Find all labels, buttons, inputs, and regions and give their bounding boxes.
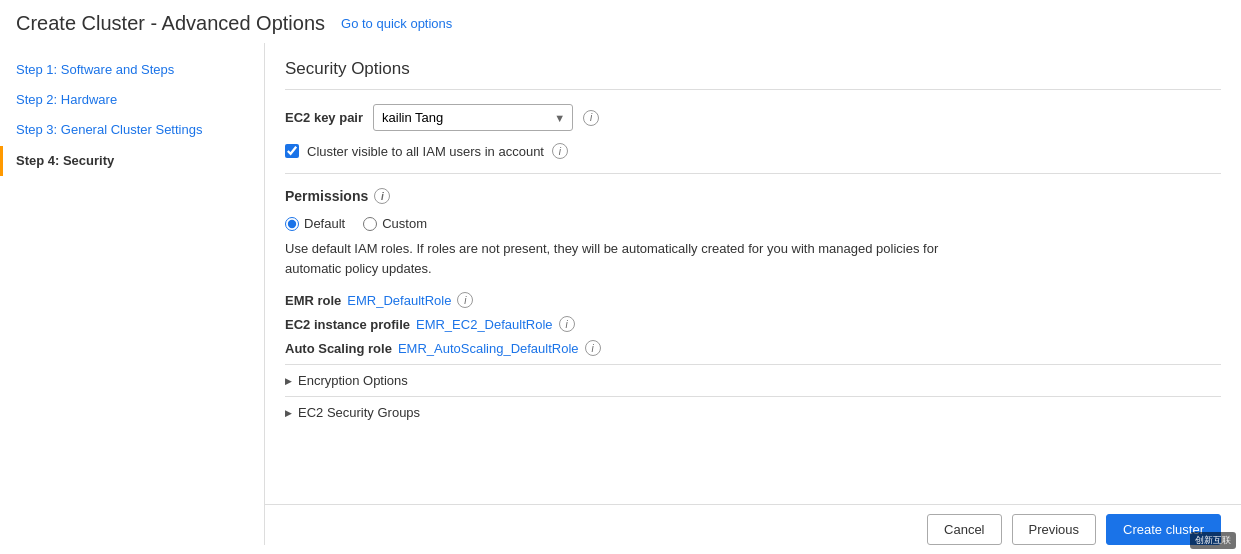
quick-options-link[interactable]: Go to quick options <box>341 16 452 31</box>
security-section-title: Security Options <box>285 43 1221 90</box>
ec2-profile-link[interactable]: EMR_EC2_DefaultRole <box>416 317 553 332</box>
autoscaling-role-link[interactable]: EMR_AutoScaling_DefaultRole <box>398 341 579 356</box>
encryption-triangle-icon: ▶ <box>285 376 292 386</box>
custom-radio-label: Custom <box>382 216 427 231</box>
cluster-visible-info-icon: i <box>552 143 568 159</box>
encryption-options-label: Encryption Options <box>298 373 408 388</box>
watermark: 创新互联 <box>1190 532 1236 549</box>
ec2-profile-label: EC2 instance profile <box>285 317 410 332</box>
footer-bar: Cancel Previous Create cluster <box>265 504 1241 554</box>
ec2-profile-info-icon: i <box>559 316 575 332</box>
cluster-visible-row: Cluster visible to all IAM users in acco… <box>285 143 1221 159</box>
encryption-options-row[interactable]: ▶ Encryption Options <box>285 364 1221 396</box>
page-header: Create Cluster - Advanced Options Go to … <box>0 0 1241 43</box>
emr-role-link[interactable]: EMR_DefaultRole <box>347 293 451 308</box>
permissions-title: Permissions <box>285 188 368 204</box>
main-layout: Step 1: Software and Steps Step 2: Hardw… <box>0 43 1241 545</box>
content-area: Security Options EC2 key pair kailin Tan… <box>265 43 1241 545</box>
cancel-button[interactable]: Cancel <box>927 514 1001 545</box>
ec2-security-groups-row[interactable]: ▶ EC2 Security Groups <box>285 396 1221 428</box>
cluster-visible-checkbox[interactable] <box>285 144 299 158</box>
ec2-keypair-select-wrapper: kailin Tang ▼ <box>373 104 573 131</box>
custom-radio-option[interactable]: Custom <box>363 216 427 231</box>
previous-button[interactable]: Previous <box>1012 514 1097 545</box>
page-title: Create Cluster - Advanced Options <box>16 12 325 35</box>
divider-1 <box>285 173 1221 174</box>
sidebar-item-step2[interactable]: Step 2: Hardware <box>0 85 264 115</box>
ec2-keypair-info-icon: i <box>583 110 599 126</box>
sidebar-item-step3[interactable]: Step 3: General Cluster Settings <box>0 115 264 145</box>
permissions-header: Permissions i <box>285 188 1221 204</box>
permissions-info-icon: i <box>374 188 390 204</box>
ec2-profile-row: EC2 instance profile EMR_EC2_DefaultRole… <box>285 316 1221 332</box>
permissions-radio-row: Default Custom <box>285 216 1221 231</box>
ec2-keypair-select[interactable]: kailin Tang <box>373 104 573 131</box>
sidebar: Step 1: Software and Steps Step 2: Hardw… <box>0 43 265 545</box>
ec2-security-groups-label: EC2 Security Groups <box>298 405 420 420</box>
autoscaling-role-label: Auto Scaling role <box>285 341 392 356</box>
ec2-keypair-row: EC2 key pair kailin Tang ▼ i <box>285 104 1221 131</box>
autoscaling-role-info-icon: i <box>585 340 601 356</box>
emr-role-label: EMR role <box>285 293 341 308</box>
ec2-security-groups-triangle-icon: ▶ <box>285 408 292 418</box>
autoscaling-role-row: Auto Scaling role EMR_AutoScaling_Defaul… <box>285 340 1221 356</box>
ec2-keypair-label: EC2 key pair <box>285 110 363 125</box>
custom-radio[interactable] <box>363 217 377 231</box>
emr-role-info-icon: i <box>457 292 473 308</box>
default-radio-label: Default <box>304 216 345 231</box>
default-radio-option[interactable]: Default <box>285 216 345 231</box>
footer-spacer <box>285 428 1221 488</box>
permissions-description: Use default IAM roles. If roles are not … <box>285 239 985 278</box>
sidebar-item-step1[interactable]: Step 1: Software and Steps <box>0 55 264 85</box>
sidebar-item-step4[interactable]: Step 4: Security <box>0 146 264 176</box>
emr-role-row: EMR role EMR_DefaultRole i <box>285 292 1221 308</box>
default-radio[interactable] <box>285 217 299 231</box>
cluster-visible-label: Cluster visible to all IAM users in acco… <box>307 144 544 159</box>
